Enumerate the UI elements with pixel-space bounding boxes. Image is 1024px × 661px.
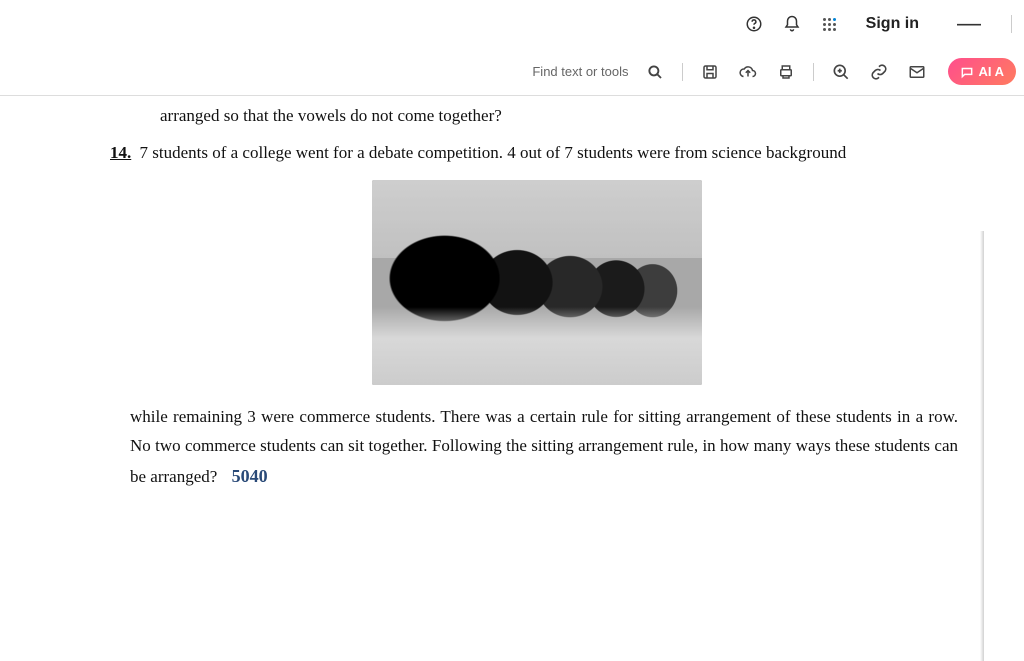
bell-icon[interactable] bbox=[782, 14, 802, 34]
link-icon[interactable] bbox=[868, 61, 890, 83]
separator bbox=[813, 63, 814, 81]
help-icon[interactable] bbox=[744, 14, 764, 34]
search-icon[interactable] bbox=[644, 61, 666, 83]
toolbar: Find text or tools bbox=[0, 48, 1024, 96]
question-number: 14. bbox=[110, 143, 131, 162]
mail-icon[interactable] bbox=[906, 61, 928, 83]
previous-question-fragment: arranged so that the vowels do not come … bbox=[110, 102, 964, 131]
upload-icon[interactable] bbox=[737, 61, 759, 83]
question-14-text-b: while remaining 3 were commerce students… bbox=[110, 403, 964, 492]
print-icon[interactable] bbox=[775, 61, 797, 83]
question-14-line1: 14. 7 students of a college went for a d… bbox=[110, 139, 964, 168]
sign-in-button[interactable]: Sign in bbox=[858, 15, 927, 33]
document-content: arranged so that the vowels do not come … bbox=[110, 102, 964, 491]
handwritten-answer: 5040 bbox=[232, 466, 268, 486]
page-edge bbox=[980, 231, 984, 661]
minimize-button[interactable]: — bbox=[945, 10, 993, 38]
question-14-text-a: 7 students of a college went for a debat… bbox=[140, 143, 847, 162]
apps-grid-icon[interactable] bbox=[820, 14, 840, 34]
zoom-add-icon[interactable] bbox=[830, 61, 852, 83]
ai-assistant-button[interactable]: AI A bbox=[948, 58, 1016, 85]
separator bbox=[682, 63, 683, 81]
save-icon[interactable] bbox=[699, 61, 721, 83]
title-bar: Sign in — bbox=[0, 0, 1024, 48]
find-label: Find text or tools bbox=[532, 64, 628, 79]
document-viewport: arranged so that the vowels do not come … bbox=[0, 96, 1024, 491]
students-debate-image bbox=[372, 180, 702, 385]
separator bbox=[1011, 15, 1012, 33]
ai-label: AI A bbox=[978, 64, 1004, 79]
